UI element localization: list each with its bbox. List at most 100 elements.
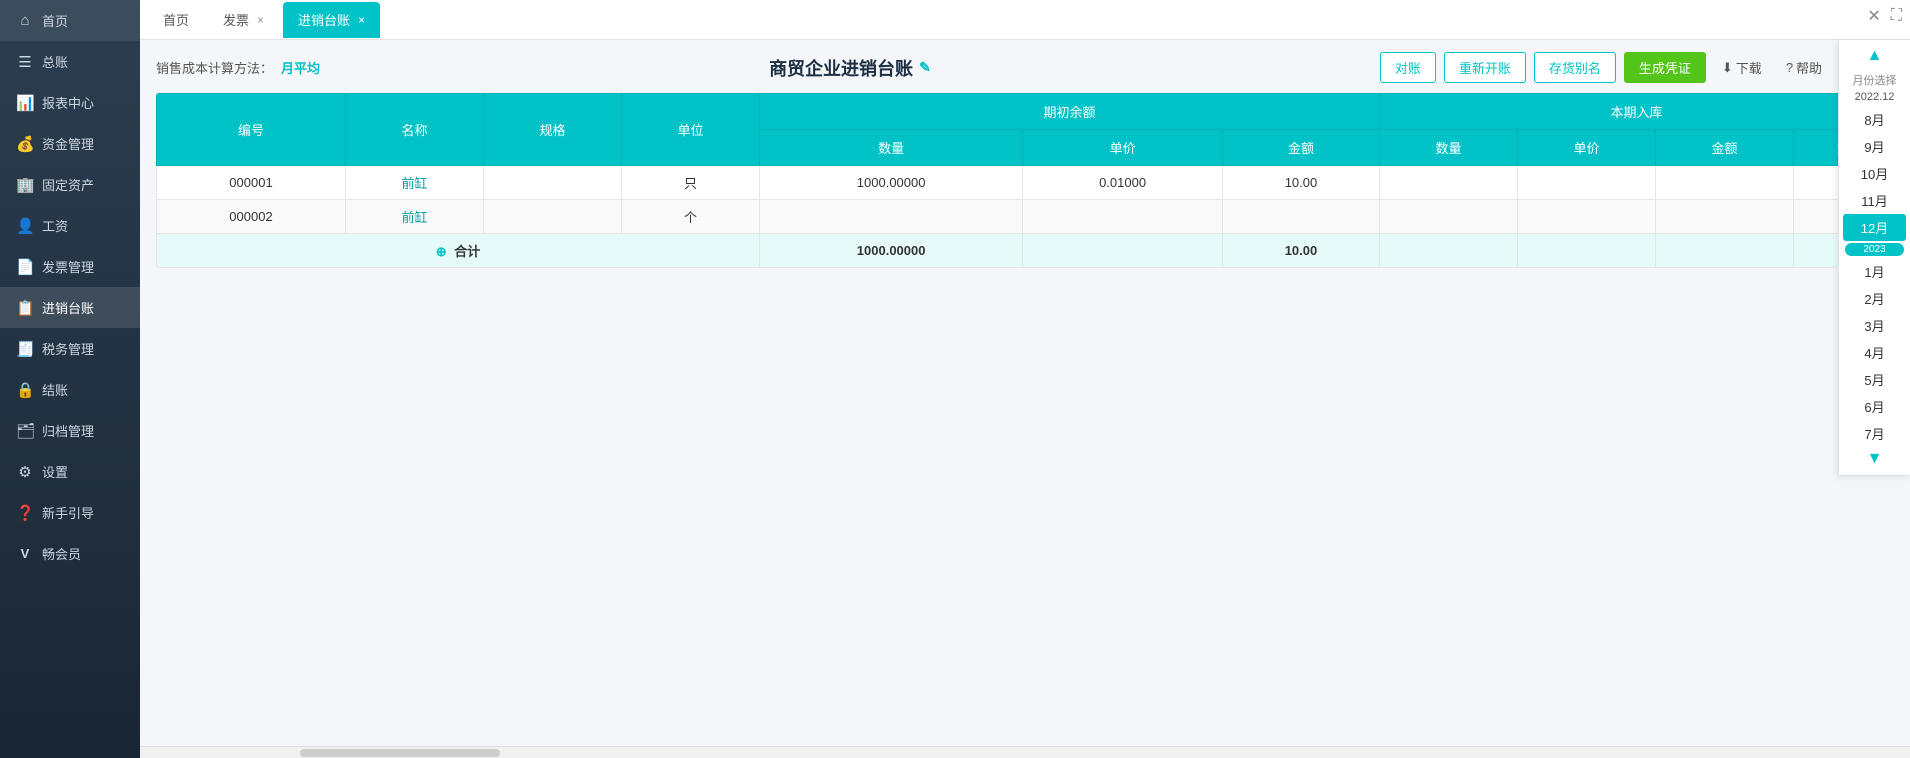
col-opening-amount: 金额	[1222, 130, 1379, 166]
row1-current-in-qty	[1380, 166, 1518, 200]
data-table-container: 编号 名称 规格 单位 期初余额 本期入库 数量 单价 金额 数量 单价 金额	[156, 93, 1894, 268]
total-current-in-price	[1518, 234, 1656, 268]
close-window-button[interactable]: ✕	[1867, 6, 1880, 26]
sidebar-item-label: 税务管理	[42, 339, 94, 358]
sidebar-item-purchase-sales[interactable]: 📋 进销台账	[0, 287, 140, 328]
col-current-in-qty: 数量	[1380, 130, 1518, 166]
page-content: 销售成本计算方法： 月平均 商贸企业进销台账 ✎ 对账 重新开账 存货别名 生成…	[140, 40, 1910, 746]
reopen-button[interactable]: 重新开账	[1444, 52, 1526, 83]
close-account-icon: 🔒	[16, 381, 34, 399]
member-icon: V	[16, 546, 34, 561]
sidebar-item-assets[interactable]: 🏢 固定资产	[0, 164, 140, 205]
sidebar-item-label: 设置	[42, 462, 68, 481]
tab-home-label: 首页	[163, 10, 189, 29]
month-3[interactable]: 3月	[1839, 312, 1910, 339]
month-nav-down[interactable]: ▼	[1839, 447, 1910, 471]
page-title: 商贸企业进销台账 ✎	[769, 55, 931, 81]
month-6[interactable]: 6月	[1839, 393, 1910, 420]
row1-spec	[484, 166, 622, 200]
month-8[interactable]: 8月	[1839, 106, 1910, 133]
sidebar-item-home[interactable]: ⌂ 首页	[0, 0, 140, 41]
funds-icon: 💰	[16, 135, 34, 153]
sidebar-item-ledger[interactable]: ☰ 总账	[0, 41, 140, 82]
month-1[interactable]: 1月	[1839, 258, 1910, 285]
page-title-text: 商贸企业进销台账	[769, 55, 913, 81]
month-11[interactable]: 11月	[1839, 187, 1910, 214]
month-9[interactable]: 9月	[1839, 133, 1910, 160]
month-4[interactable]: 4月	[1839, 339, 1910, 366]
cost-method-label: 销售成本计算方法：	[156, 58, 273, 77]
tab-bar: 首页 发票 × 进销台账 ×	[140, 0, 1910, 40]
sidebar-item-label: 结账	[42, 380, 68, 399]
month-7[interactable]: 7月	[1839, 420, 1910, 447]
horizontal-scrollbar[interactable]	[140, 746, 1910, 758]
row2-name-link[interactable]: 前缸	[401, 210, 427, 225]
save-alias-button[interactable]: 存货别名	[1534, 52, 1616, 83]
tax-icon: 🧾	[16, 340, 34, 358]
sidebar-item-member[interactable]: V 畅会员	[0, 533, 140, 574]
total-opening-amount: 10.00	[1222, 234, 1379, 268]
row1-name: 前缸	[346, 166, 484, 200]
sidebar-item-reports[interactable]: 📊 报表中心	[0, 82, 140, 123]
month-2[interactable]: 2月	[1839, 285, 1910, 312]
reports-icon: 📊	[16, 94, 34, 112]
toolbar-actions: 对账 重新开账 存货别名 生成凭证 ⬇ 下载 ? 帮助 ↺ 刷新	[1380, 52, 1894, 83]
tab-home[interactable]: 首页	[148, 2, 204, 38]
month-12[interactable]: 12月	[1843, 214, 1906, 241]
row2-opening-qty	[760, 200, 1023, 234]
month-10[interactable]: 10月	[1839, 160, 1910, 187]
sidebar-item-funds[interactable]: 💰 资金管理	[0, 123, 140, 164]
row1-opening-amount: 10.00	[1222, 166, 1379, 200]
col-spec: 规格	[484, 94, 622, 166]
col-name: 名称	[346, 94, 484, 166]
help-button[interactable]: ? 帮助	[1778, 53, 1830, 82]
tab-invoice-close[interactable]: ×	[257, 13, 264, 27]
sidebar-item-archive[interactable]: 🗂 归档管理	[0, 410, 140, 451]
row1-opening-qty: 1000.00000	[760, 166, 1023, 200]
sidebar-item-tax[interactable]: 🧾 税务管理	[0, 328, 140, 369]
scrollbar-thumb[interactable]	[300, 749, 500, 757]
tab-invoice[interactable]: 发票 ×	[208, 2, 279, 38]
row1-name-link[interactable]: 前缸	[401, 176, 427, 191]
main-content: ✕ ⛶ 首页 发票 × 进销台账 × 销售成本计算方法： 月平均 商贸企业进销台…	[140, 0, 1910, 758]
total-current-in-amount	[1656, 234, 1794, 268]
window-controls: ✕ ⛶	[1867, 6, 1902, 26]
row2-spec	[484, 200, 622, 234]
total-row: ⊕ 合计 1000.00000 10.00	[157, 234, 1894, 268]
generate-voucher-button[interactable]: 生成凭证	[1624, 52, 1706, 83]
row2-current-in-qty	[1380, 200, 1518, 234]
sidebar-item-label: 发票管理	[42, 257, 94, 276]
col-opening-balance: 期初余额	[760, 94, 1380, 130]
data-table: 编号 名称 规格 单位 期初余额 本期入库 数量 单价 金额 数量 单价 金额	[156, 93, 1894, 268]
purchase-sales-icon: 📋	[16, 299, 34, 317]
tab-purchase-sales-label: 进销台账	[298, 10, 350, 29]
tab-purchase-sales[interactable]: 进销台账 ×	[283, 2, 380, 38]
reconcile-button[interactable]: 对账	[1380, 52, 1436, 83]
cost-method-value: 月平均	[281, 58, 320, 77]
month-5[interactable]: 5月	[1839, 366, 1910, 393]
help-label: 帮助	[1796, 58, 1822, 77]
tab-purchase-sales-close[interactable]: ×	[358, 13, 365, 27]
total-opening-price	[1023, 234, 1223, 268]
sidebar-item-settings[interactable]: ⚙ 设置	[0, 451, 140, 492]
sidebar-item-salary[interactable]: 👤 工资	[0, 205, 140, 246]
col-opening-price: 单价	[1023, 130, 1223, 166]
sidebar-item-invoice-mgr[interactable]: 📄 发票管理	[0, 246, 140, 287]
month-year-2022: 2022.12	[1839, 90, 1910, 106]
salary-icon: 👤	[16, 217, 34, 235]
col-current-in-amount: 金额	[1656, 130, 1794, 166]
sidebar-item-guide[interactable]: ❓ 新手引导	[0, 492, 140, 533]
sidebar-item-close[interactable]: 🔒 结账	[0, 369, 140, 410]
month-nav-up[interactable]: ▲	[1839, 44, 1910, 68]
guide-icon: ❓	[16, 504, 34, 522]
sidebar: ⌂ 首页 ☰ 总账 📊 报表中心 💰 资金管理 🏢 固定资产 👤 工资 📄 发票…	[0, 0, 140, 758]
help-icon: ?	[1786, 60, 1793, 75]
row1-opening-price: 0.01000	[1023, 166, 1223, 200]
total-icon: ⊕	[436, 244, 447, 259]
row2-opening-price	[1023, 200, 1223, 234]
row2-current-in-price	[1518, 200, 1656, 234]
download-button[interactable]: ⬇ 下载	[1714, 53, 1770, 82]
col-opening-qty: 数量	[760, 130, 1023, 166]
edit-title-icon[interactable]: ✎	[919, 59, 931, 76]
maximize-window-button[interactable]: ⛶	[1891, 6, 1902, 26]
